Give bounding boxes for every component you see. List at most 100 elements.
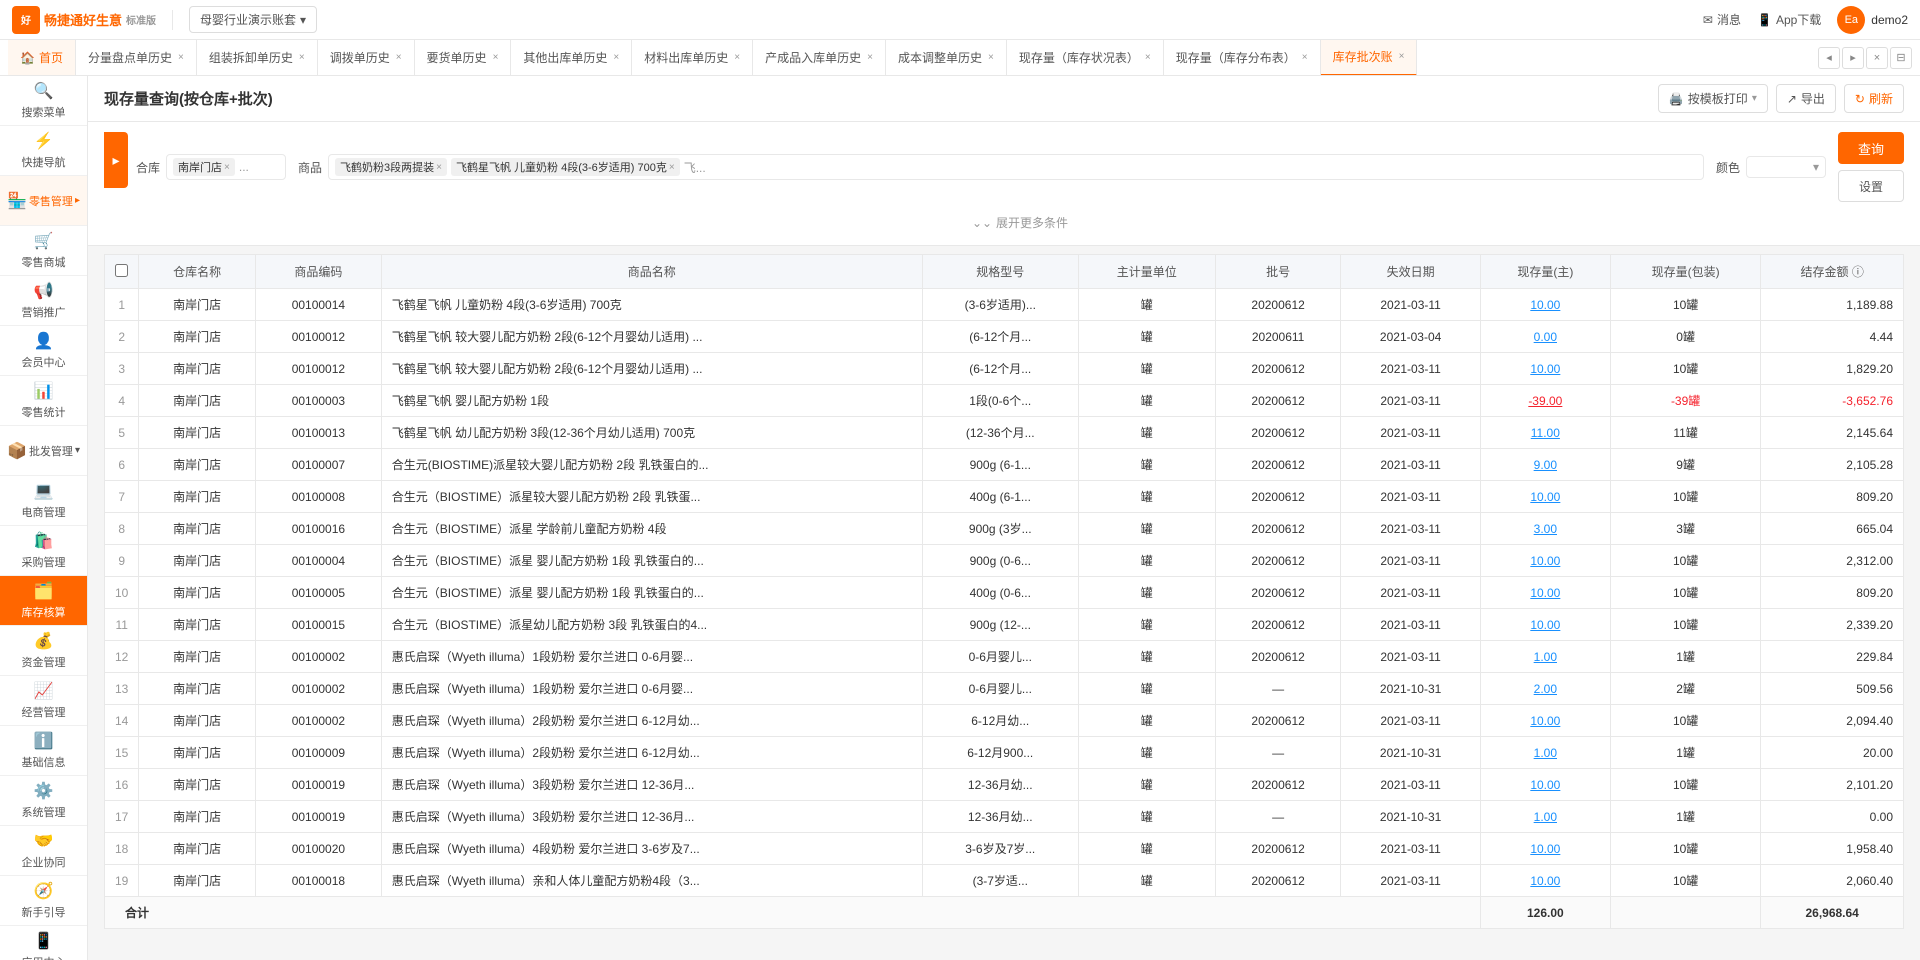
close-icon[interactable]: ×	[669, 162, 675, 173]
row-qty-main[interactable]: 10.00	[1480, 353, 1610, 385]
qty-main-link[interactable]: 11.00	[1531, 426, 1560, 440]
row-qty-main[interactable]: 10.00	[1480, 545, 1610, 577]
sidebar-item-basic-info[interactable]: ℹ️ 基础信息	[0, 726, 87, 776]
export-button[interactable]: ↗ 导出	[1776, 84, 1836, 113]
qty-main-link[interactable]: 2.00	[1534, 682, 1557, 696]
refresh-button[interactable]: ↻ 刷新	[1844, 84, 1904, 113]
close-icon[interactable]: ×	[493, 52, 499, 63]
tab-库存批次账[interactable]: 库存批次账 ×	[1321, 40, 1418, 76]
tab-产成品入库单历史[interactable]: 产成品入库单历史 ×	[753, 40, 886, 76]
tab-prev-arrow[interactable]: ◂	[1818, 47, 1840, 69]
sidebar-item-members[interactable]: 👤 会员中心	[0, 326, 87, 376]
sidebar-item-wholesale[interactable]: 📦 批发管理 ▾	[0, 426, 87, 476]
row-qty-main[interactable]: 10.00	[1480, 577, 1610, 609]
row-qty-main[interactable]: 11.00	[1480, 417, 1610, 449]
close-icon[interactable]: ×	[734, 52, 740, 63]
settings-button[interactable]: 设置	[1838, 170, 1904, 202]
sidebar-item-retail-mgmt[interactable]: 🏪 零售管理 ▸	[0, 176, 87, 226]
tab-成本调整单历史[interactable]: 成本调整单历史 ×	[886, 40, 1007, 76]
sidebar-item-appcenter[interactable]: 📱 应用中心	[0, 926, 87, 960]
tab-home[interactable]: 🏠 首页	[8, 40, 76, 76]
qty-main-link[interactable]: 10.00	[1530, 554, 1560, 568]
tab-调拨单历史[interactable]: 调拨单历史 ×	[318, 40, 415, 76]
sidebar-item-finance[interactable]: 💰 资金管理	[0, 626, 87, 676]
row-qty-main[interactable]: 0.00	[1480, 321, 1610, 353]
select-all-checkbox[interactable]	[115, 264, 128, 277]
sidebar-item-collaboration[interactable]: 🤝 企业协同	[0, 826, 87, 876]
chevron-down-icon[interactable]: ▾	[1813, 160, 1819, 174]
tab-组装拆卸单历史[interactable]: 组装拆卸单历史 ×	[197, 40, 318, 76]
qty-main-link[interactable]: 1.00	[1534, 650, 1557, 664]
close-icon[interactable]: ×	[299, 52, 305, 63]
row-qty-main[interactable]: 3.00	[1480, 513, 1610, 545]
sidebar-item-quicknav[interactable]: ⚡ 快捷导航	[0, 126, 87, 176]
close-icon[interactable]: ×	[224, 162, 230, 173]
qty-main-link[interactable]: 10.00	[1530, 778, 1560, 792]
qty-main-link[interactable]: 0.00	[1534, 330, 1557, 344]
tab-现存量库存状况表[interactable]: 现存量（库存状况表） ×	[1007, 40, 1164, 76]
sidebar-item-inventory[interactable]: 🗂️ 库存核算	[0, 576, 87, 626]
sidebar-item-purchase[interactable]: 🛍️ 采购管理	[0, 526, 87, 576]
row-qty-main[interactable]: 10.00	[1480, 481, 1610, 513]
sidebar-item-marketing[interactable]: 📢 营销推广	[0, 276, 87, 326]
product-tag-container[interactable]: 飞鹤奶粉3段两提装 × 飞鹤星飞帆 儿童奶粉 4段(3-6岁适用) 700克 ×…	[328, 154, 1704, 180]
row-qty-main[interactable]: 10.00	[1480, 289, 1610, 321]
close-icon[interactable]: ×	[396, 52, 402, 63]
sidebar-item-operations[interactable]: 📈 经营管理	[0, 676, 87, 726]
qty-main-link[interactable]: 10.00	[1530, 362, 1560, 376]
qty-main-link[interactable]: 1.00	[1534, 810, 1557, 824]
close-icon[interactable]: ×	[867, 52, 873, 63]
close-icon[interactable]: ×	[988, 52, 994, 63]
close-icon[interactable]: ×	[613, 52, 619, 63]
close-icon[interactable]: ×	[1302, 52, 1308, 63]
sidebar-item-search[interactable]: 🔍 搜索菜单	[0, 76, 87, 126]
tab-menu-arrow[interactable]: ⊟	[1890, 47, 1912, 69]
row-qty-main[interactable]: 10.00	[1480, 865, 1610, 897]
tab-其他出库单历史[interactable]: 其他出库单历史 ×	[511, 40, 632, 76]
qty-main-link[interactable]: -39.00	[1528, 394, 1562, 408]
row-qty-main[interactable]: 10.00	[1480, 769, 1610, 801]
qty-main-link[interactable]: 10.00	[1530, 298, 1560, 312]
qty-main-link[interactable]: 10.00	[1530, 490, 1560, 504]
qty-main-link[interactable]: 10.00	[1530, 586, 1560, 600]
warehouse-tag-container[interactable]: 南岸门店 × ...	[166, 154, 286, 180]
color-filter-container[interactable]: ▾	[1746, 156, 1826, 178]
close-icon[interactable]: ×	[1399, 51, 1405, 62]
row-qty-main[interactable]: 9.00	[1480, 449, 1610, 481]
qty-main-link[interactable]: 3.00	[1534, 522, 1557, 536]
qty-main-link[interactable]: 10.00	[1530, 618, 1560, 632]
qty-main-link[interactable]: 10.00	[1530, 842, 1560, 856]
row-qty-main[interactable]: 2.00	[1480, 673, 1610, 705]
tab-现存量库存分布表[interactable]: 现存量（库存分布表） ×	[1164, 40, 1321, 76]
row-qty-main[interactable]: 10.00	[1480, 833, 1610, 865]
app-download-action[interactable]: 📱 App下载	[1757, 11, 1821, 28]
tab-要货单历史[interactable]: 要货单历史 ×	[415, 40, 512, 76]
query-button[interactable]: 查询	[1838, 132, 1904, 164]
close-icon[interactable]: ×	[1145, 52, 1151, 63]
qty-main-link[interactable]: 1.00	[1534, 746, 1557, 760]
qty-main-link[interactable]: 9.00	[1534, 458, 1557, 472]
filter-ellipsis[interactable]: ...	[239, 160, 249, 174]
account-selector[interactable]: 母婴行业演示账套 ▾	[189, 6, 317, 33]
row-qty-main[interactable]: 1.00	[1480, 801, 1610, 833]
sidebar-item-ecommerce[interactable]: 💻 电商管理	[0, 476, 87, 526]
sidebar-item-retail-mall[interactable]: 🛒 零售商城	[0, 226, 87, 276]
qty-main-link[interactable]: 10.00	[1530, 714, 1560, 728]
sidebar-item-system[interactable]: ⚙️ 系统管理	[0, 776, 87, 826]
row-qty-main[interactable]: -39.00	[1480, 385, 1610, 417]
message-action[interactable]: ✉ 消息	[1703, 11, 1741, 28]
row-qty-main[interactable]: 10.00	[1480, 705, 1610, 737]
tab-分量盘点单历史[interactable]: 分量盘点单历史 ×	[76, 40, 197, 76]
tab-close-arrow[interactable]: ×	[1866, 47, 1888, 69]
sidebar-item-guide[interactable]: 🧭 新手引导	[0, 876, 87, 926]
qty-main-link[interactable]: 10.00	[1530, 874, 1560, 888]
user-profile[interactable]: Ea demo2	[1837, 6, 1908, 34]
row-qty-main[interactable]: 1.00	[1480, 737, 1610, 769]
filter-expand-btn[interactable]: ▸	[104, 132, 128, 188]
expand-more-btn[interactable]: ⌄⌄ 展开更多条件	[964, 210, 1076, 235]
tab-next-arrow[interactable]: ▸	[1842, 47, 1864, 69]
row-qty-main[interactable]: 1.00	[1480, 641, 1610, 673]
print-button[interactable]: 🖨️ 按模板打印 ▾	[1658, 84, 1768, 113]
row-qty-main[interactable]: 10.00	[1480, 609, 1610, 641]
tab-材料出库单历史[interactable]: 材料出库单历史 ×	[632, 40, 753, 76]
